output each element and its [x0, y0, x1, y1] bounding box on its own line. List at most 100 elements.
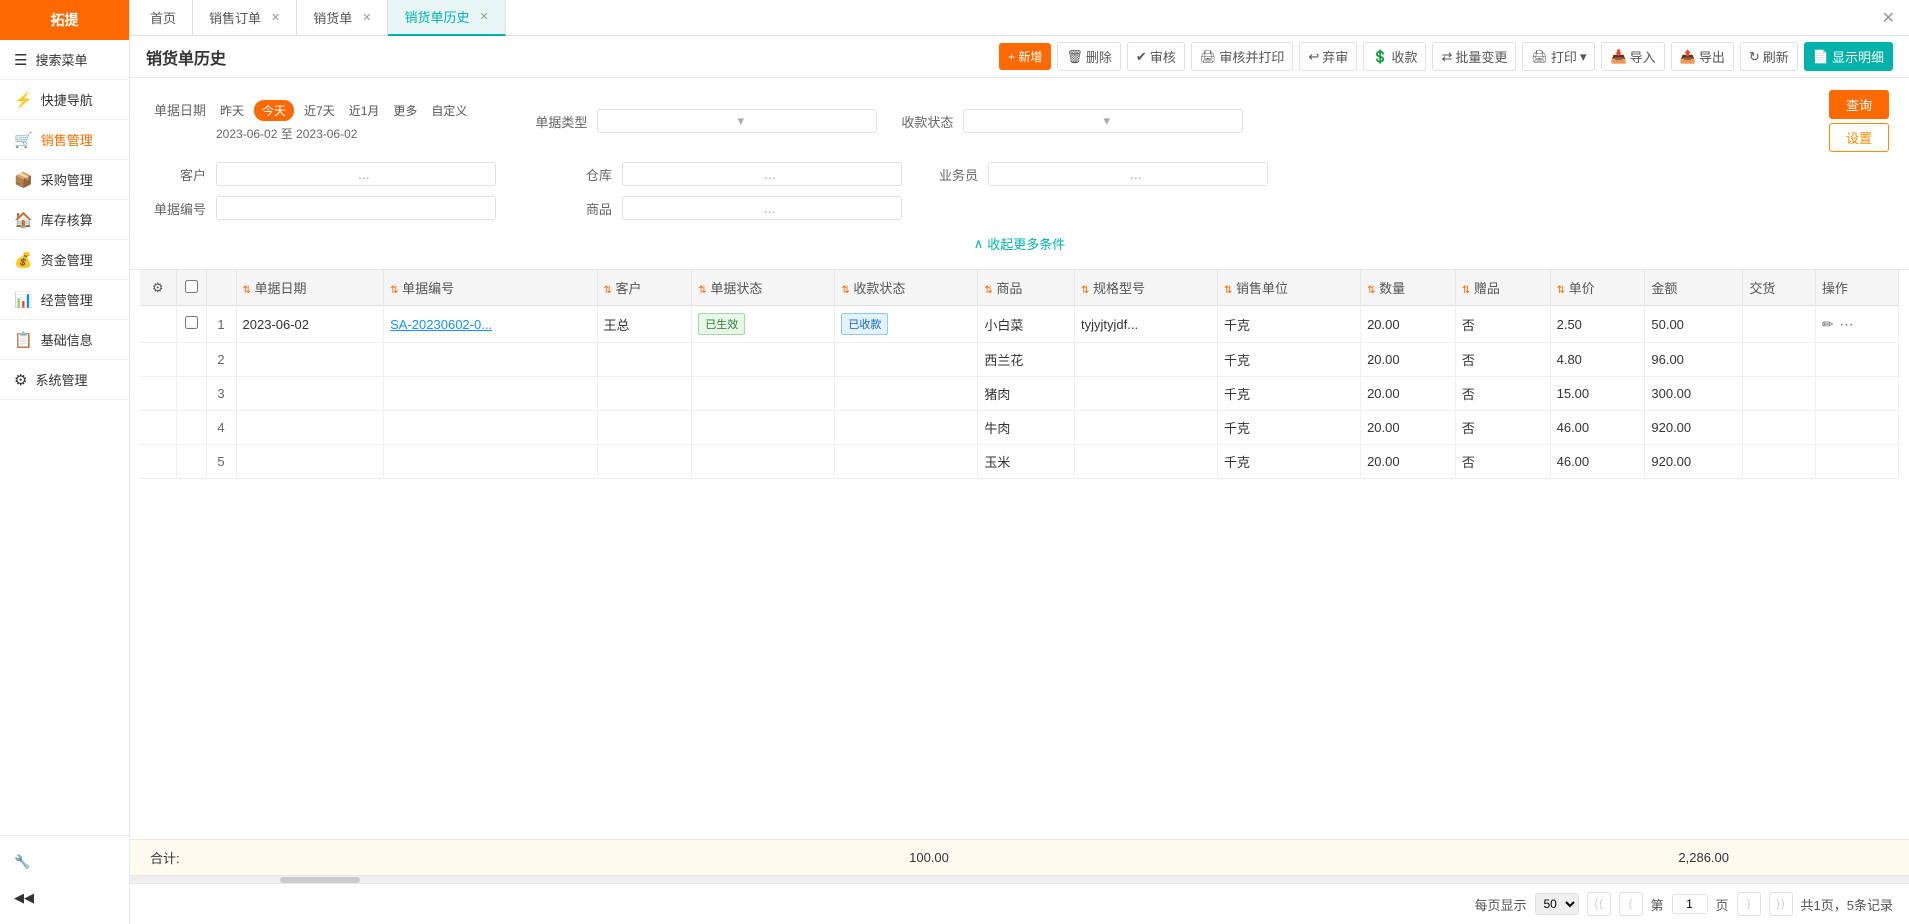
import-button[interactable]: 📥 导入 — [1601, 42, 1664, 71]
tab-delivery-history[interactable]: 销货单历史 ✕ — [388, 0, 505, 36]
collapse-filter-button[interactable]: ∧ 收起更多条件 — [974, 230, 1066, 257]
tab-sales-order-close[interactable]: ✕ — [271, 11, 280, 24]
product-select[interactable]: ... — [622, 196, 902, 220]
date-opt-1month[interactable]: 近1月 — [345, 100, 384, 121]
next-page-btn[interactable]: ⟩ — [1737, 892, 1761, 916]
prev-page-btn[interactable]: ⟨ — [1619, 892, 1643, 916]
th-spec[interactable]: ⇅ 规格型号 — [1074, 270, 1217, 306]
sidebar-item-purchase-mgmt[interactable]: 📦 采购管理 — [0, 160, 129, 200]
tab-sales-order[interactable]: 销售订单 ✕ — [193, 0, 297, 36]
sidebar-item-sales-mgmt[interactable]: 🛒 销售管理 — [0, 120, 129, 160]
th-quantity[interactable]: ⇅ 数量 — [1361, 270, 1456, 306]
sidebar-item-inventory-calc[interactable]: 🏠 库存核算 — [0, 200, 129, 240]
table-header-row: ⚙ ⇅ 单据日期 ⇅ 单据编号 ⇅ 客户 ⇅ 单据状态 ⇅ 收款状态 ⇅ 商品 … — [140, 270, 1899, 306]
td-checkbox[interactable] — [176, 343, 206, 377]
warehouse-select[interactable]: ... — [622, 162, 902, 186]
td-doc-number[interactable] — [384, 445, 597, 479]
th-doc-date[interactable]: ⇅ 单据日期 — [236, 270, 384, 306]
refresh-button[interactable]: ↻ 刷新 — [1740, 42, 1798, 71]
warehouse-picker-icon[interactable]: ... — [764, 166, 893, 182]
td-gift: 否 — [1455, 411, 1550, 445]
td-customer: 王总 — [597, 306, 692, 343]
th-transaction: 交货 — [1743, 270, 1815, 306]
doc-type-select[interactable]: ▾ — [597, 109, 877, 133]
td-doc-number[interactable] — [384, 343, 597, 377]
th-customer[interactable]: ⇅ 客户 — [597, 270, 692, 306]
tab-delivery[interactable]: 销货单 ✕ — [297, 0, 388, 36]
th-doc-number[interactable]: ⇅ 单据编号 — [384, 270, 597, 306]
date-opt-custom[interactable]: 自定义 — [427, 100, 471, 121]
approve-button[interactable]: ✔ 审核 — [1127, 42, 1185, 71]
edit-action-icon[interactable]: ✏ — [1822, 316, 1834, 333]
horizontal-scrollbar[interactable] — [130, 875, 1909, 883]
last-page-btn[interactable]: ⟩⟩ — [1769, 892, 1793, 916]
sidebar-item-label: 系统管理 — [35, 370, 87, 389]
export-button[interactable]: 📤 导出 — [1671, 42, 1734, 71]
tab-delivery-close[interactable]: ✕ — [362, 11, 371, 24]
salesperson-picker-icon[interactable]: ... — [1130, 166, 1259, 182]
filter-settings-button[interactable]: 设置 — [1829, 123, 1889, 152]
th-unit[interactable]: ⇅ 销售单位 — [1218, 270, 1361, 306]
customer-select[interactable]: ... — [216, 162, 496, 186]
product-picker-icon[interactable]: ... — [764, 200, 893, 216]
sidebar-bottom-settings[interactable]: 🔧 — [0, 844, 129, 880]
sidebar-collapse[interactable]: ◀◀ — [0, 880, 129, 916]
date-opt-yesterday[interactable]: 昨天 — [216, 100, 248, 121]
td-doc-number[interactable] — [384, 377, 597, 411]
th-doc-status[interactable]: ⇅ 单据状态 — [692, 270, 835, 306]
th-unit-price[interactable]: ⇅ 单价 — [1550, 270, 1645, 306]
select-all-checkbox[interactable] — [185, 280, 198, 293]
page-number-input[interactable] — [1672, 894, 1708, 914]
th-gift[interactable]: ⇅ 赠品 — [1455, 270, 1550, 306]
first-page-btn[interactable]: ⟨⟨ — [1587, 892, 1611, 916]
date-opt-more[interactable]: 更多 — [389, 100, 421, 121]
td-doc-date — [236, 445, 384, 479]
batch-change-button[interactable]: ⇄ 批量变更 — [1432, 42, 1516, 71]
date-opt-today[interactable]: 今天 — [254, 100, 294, 121]
th-product[interactable]: ⇅ 商品 — [978, 270, 1075, 306]
doc-number-link[interactable]: SA-20230602-0... — [390, 317, 492, 332]
query-button[interactable]: 查询 — [1829, 90, 1889, 119]
salesperson-select[interactable]: ... — [988, 162, 1268, 186]
th-gear[interactable]: ⚙ — [140, 270, 176, 306]
td-gear — [140, 343, 176, 377]
sidebar-item-system-mgmt[interactable]: ⚙ 系统管理 — [0, 360, 129, 400]
th-actions: 操作 — [1815, 270, 1898, 306]
td-checkbox[interactable] — [176, 306, 206, 343]
doc-number-input[interactable] — [216, 196, 496, 220]
date-opt-7days[interactable]: 近7天 — [300, 100, 339, 121]
payment-status-select[interactable]: ▾ — [963, 109, 1243, 133]
per-page-label: 每页显示 — [1474, 895, 1526, 914]
sidebar-item-quick-nav[interactable]: ⚡ 快捷导航 — [0, 80, 129, 120]
td-spec — [1074, 377, 1217, 411]
delete-button[interactable]: 🗑 删除 — [1057, 42, 1121, 71]
th-payment-status[interactable]: ⇅ 收款状态 — [835, 270, 978, 306]
sidebar-item-operation-mgmt[interactable]: 📊 经营管理 — [0, 280, 129, 320]
td-doc-number[interactable] — [384, 411, 597, 445]
inventory-icon: 🏠 — [14, 211, 33, 229]
show-details-button[interactable]: 📄 显示明细 — [1804, 42, 1893, 71]
th-checkbox[interactable] — [176, 270, 206, 306]
discard-button[interactable]: ↩ 弃审 — [1299, 42, 1357, 71]
collect-button[interactable]: 💲 收款 — [1363, 42, 1426, 71]
td-checkbox[interactable] — [176, 445, 206, 479]
td-quantity: 20.00 — [1361, 343, 1456, 377]
sales-icon: 🛒 — [14, 131, 33, 149]
td-checkbox[interactable] — [176, 411, 206, 445]
td-checkbox[interactable] — [176, 377, 206, 411]
more-action-icon[interactable]: ⋯ — [1840, 316, 1854, 333]
print-button[interactable]: 🖨 打印 ▾ — [1522, 42, 1595, 71]
td-payment-status — [835, 377, 978, 411]
td-doc-number[interactable]: SA-20230602-0... — [384, 306, 597, 343]
tab-bar-close-all[interactable]: ✕ — [1868, 8, 1909, 28]
customer-picker-icon[interactable]: ... — [358, 166, 487, 182]
sidebar-item-funds-mgmt[interactable]: 💰 资金管理 — [0, 240, 129, 280]
add-button[interactable]: + 新增 — [999, 43, 1051, 70]
row-checkbox[interactable] — [185, 316, 198, 329]
per-page-select[interactable]: 50 — [1535, 893, 1579, 915]
sidebar-item-search-menu[interactable]: ☰ 搜索菜单 — [0, 40, 129, 80]
tab-delivery-history-close[interactable]: ✕ — [480, 10, 489, 23]
approve-print-button[interactable]: 🖨 审核并打印 — [1191, 42, 1294, 71]
tab-home[interactable]: 首页 — [130, 0, 193, 36]
sidebar-item-basic-info[interactable]: 📋 基础信息 — [0, 320, 129, 360]
